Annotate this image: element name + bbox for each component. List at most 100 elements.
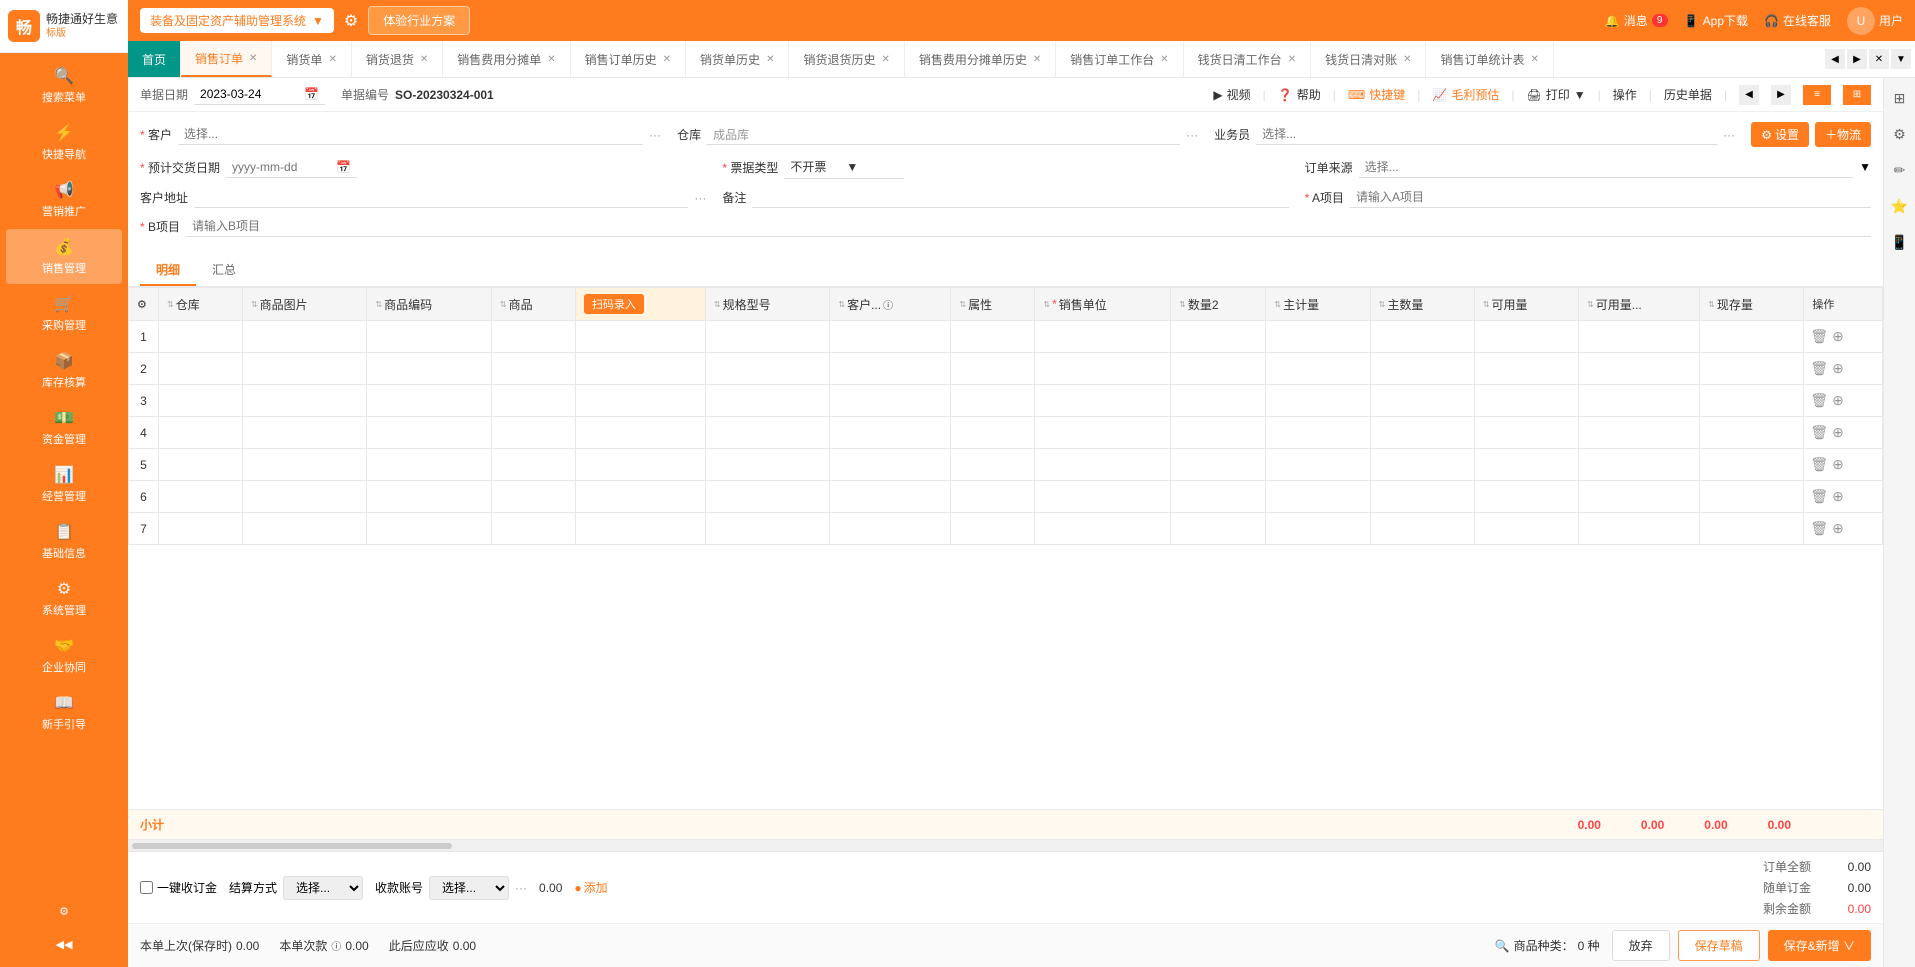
- tab-daily-reconcile[interactable]: 钱货日清对账 ✕: [1311, 41, 1426, 77]
- tab-prev-btn[interactable]: ◀: [1825, 49, 1845, 69]
- tab-close-invoice-history[interactable]: ✕: [766, 54, 774, 65]
- tab-close-order-history[interactable]: ✕: [663, 54, 671, 65]
- tab-expense-history[interactable]: 销售费用分摊单历史 ✕: [905, 41, 1056, 77]
- solution-btn[interactable]: 体验行业方案: [368, 6, 470, 35]
- detail-tab-summary[interactable]: 汇总: [196, 255, 252, 286]
- tab-menu-btn[interactable]: ▼: [1891, 49, 1911, 69]
- th-goods[interactable]: ⇅商品: [491, 288, 575, 321]
- balance-info-icon[interactable]: ⓘ: [331, 938, 341, 953]
- copy-icon[interactable]: ⊕: [1832, 392, 1844, 409]
- tab-sales-order[interactable]: 销售订单 ✕: [181, 41, 272, 77]
- horizontal-scrollbar[interactable]: [128, 839, 1883, 851]
- order-source-dropdown[interactable]: ▼: [1859, 160, 1871, 174]
- sidebar-item-collab[interactable]: 🤝 企业协同: [6, 628, 122, 683]
- discard-btn[interactable]: 放弃: [1612, 930, 1670, 961]
- tab-order-history[interactable]: 销售订单历史 ✕: [571, 41, 686, 77]
- form-next-btn[interactable]: ▶: [1771, 85, 1791, 105]
- tab-close-all-btn[interactable]: ✕: [1869, 49, 1889, 69]
- delete-icon[interactable]: 🗑: [1810, 424, 1828, 441]
- app-download-btn[interactable]: 📱 App下载: [1684, 12, 1748, 29]
- remark-input[interactable]: [752, 187, 1288, 208]
- row-main-unit-1[interactable]: [1266, 321, 1370, 353]
- copy-icon[interactable]: ⊕: [1832, 328, 1844, 345]
- row-current-1[interactable]: [1700, 321, 1804, 353]
- th-warehouse[interactable]: ⇅仓库: [159, 288, 243, 321]
- a-project-input[interactable]: [1350, 187, 1871, 208]
- sidebar-item-basic-info[interactable]: 📋 基础信息: [6, 514, 122, 569]
- th-current[interactable]: ⇅现存量: [1700, 288, 1804, 321]
- row-unit-1[interactable]: [1035, 321, 1171, 353]
- invoice-type-select[interactable]: 不开票 ▼: [784, 155, 904, 179]
- copy-icon[interactable]: ⊕: [1832, 520, 1844, 537]
- delete-icon[interactable]: 🗑: [1810, 456, 1828, 473]
- th-customer-spec[interactable]: ⇅客户... ⓘ: [830, 288, 951, 321]
- form-list-btn[interactable]: ≡: [1803, 85, 1831, 105]
- date-input[interactable]: [200, 87, 300, 101]
- tab-close-order-workbench[interactable]: ✕: [1160, 54, 1168, 65]
- th-image[interactable]: ⇅商品图片: [242, 288, 366, 321]
- right-panel-icon-5[interactable]: 📱: [1888, 230, 1912, 254]
- calendar-icon[interactable]: 📅: [304, 87, 319, 101]
- tab-daily-workbench[interactable]: 钱货日清工作台 ✕: [1184, 41, 1311, 77]
- expected-calendar-icon[interactable]: 📅: [336, 160, 351, 174]
- customer-dots[interactable]: ···: [649, 128, 661, 142]
- expected-date-picker[interactable]: 📅: [226, 157, 357, 178]
- sidebar-item-sales[interactable]: 💰 销售管理: [6, 229, 122, 284]
- form-grid-btn[interactable]: ⊞: [1843, 85, 1871, 105]
- copy-icon[interactable]: ⊕: [1832, 456, 1844, 473]
- tab-sales-return[interactable]: 销货退货 ✕: [352, 41, 443, 77]
- tab-close-expense-history[interactable]: ✕: [1033, 54, 1041, 65]
- account-select[interactable]: 选择...: [429, 876, 509, 900]
- warehouse-dots[interactable]: ···: [1186, 128, 1198, 142]
- add-payment-btn[interactable]: ● 添加: [574, 879, 607, 896]
- row-warehouse-1[interactable]: [159, 321, 243, 353]
- history-btn[interactable]: 历史单据: [1664, 86, 1712, 103]
- right-panel-icon-1[interactable]: ⊞: [1888, 86, 1912, 110]
- print-dropdown-icon[interactable]: ▼: [1574, 88, 1586, 102]
- delete-icon[interactable]: 🗑: [1810, 488, 1828, 505]
- b-project-input[interactable]: [186, 216, 1871, 237]
- tab-order-workbench[interactable]: 销售订单工作台 ✕: [1056, 41, 1183, 77]
- detail-tab-detail[interactable]: 明细: [140, 255, 196, 286]
- delete-icon[interactable]: 🗑: [1810, 360, 1828, 377]
- tab-invoice-history[interactable]: 销货单历史 ✕: [686, 41, 789, 77]
- sidebar-item-guide[interactable]: 📖 新手引导: [6, 685, 122, 740]
- row-scan-1[interactable]: [575, 321, 705, 353]
- tab-close-return-history[interactable]: ✕: [881, 54, 889, 65]
- ops-btn[interactable]: 操作: [1613, 86, 1637, 103]
- addr-dots[interactable]: ···: [694, 191, 706, 205]
- user-menu-btn[interactable]: U 用户: [1847, 7, 1903, 35]
- tab-close-sales-order[interactable]: ✕: [249, 53, 257, 64]
- form-prev-btn[interactable]: ◀: [1739, 85, 1759, 105]
- tab-order-stats[interactable]: 销售订单统计表 ✕: [1426, 41, 1553, 77]
- row-spec-1[interactable]: [705, 321, 829, 353]
- tab-expense-split[interactable]: 销售费用分摊单 ✕: [443, 41, 570, 77]
- row-available2-1[interactable]: [1579, 321, 1700, 353]
- th-attr[interactable]: ⇅属性: [951, 288, 1035, 321]
- shortcut-btn[interactable]: ⌨ 快捷键: [1348, 86, 1405, 103]
- row-customer-spec-1[interactable]: [830, 321, 951, 353]
- copy-icon[interactable]: ⊕: [1832, 424, 1844, 441]
- tab-sales-invoice[interactable]: 销货单 ✕: [272, 41, 351, 77]
- th-scan[interactable]: 扫码录入: [575, 288, 705, 321]
- sidebar-item-quicknav[interactable]: ⚡ 快捷导航: [6, 115, 122, 170]
- sidebar-item-search[interactable]: 🔍 搜索菜单: [6, 58, 122, 113]
- topbar-gear-icon[interactable]: ⚙: [344, 11, 358, 31]
- warehouse-input[interactable]: [707, 124, 1180, 145]
- th-available[interactable]: ⇅可用量: [1474, 288, 1578, 321]
- right-panel-icon-4[interactable]: ⭐: [1888, 194, 1912, 218]
- th-available2[interactable]: ⇅可用量...: [1579, 288, 1700, 321]
- row-qty2-1[interactable]: [1171, 321, 1266, 353]
- add-goods-btn[interactable]: ＋物流: [1815, 122, 1871, 147]
- tab-next-btn[interactable]: ▶: [1847, 49, 1867, 69]
- th-spec[interactable]: ⇅规格型号: [705, 288, 829, 321]
- row-attr-1[interactable]: [951, 321, 1035, 353]
- scroll-thumb[interactable]: [132, 843, 452, 849]
- account-dots[interactable]: ···: [515, 881, 527, 895]
- order-source-input[interactable]: [1359, 157, 1853, 178]
- right-panel-icon-2[interactable]: ⚙: [1888, 122, 1912, 146]
- th-main-unit[interactable]: ⇅主计量: [1266, 288, 1370, 321]
- view-btn[interactable]: ▶ 视频: [1213, 86, 1250, 103]
- salesperson-input[interactable]: [1256, 124, 1717, 145]
- tab-close-sales-invoice[interactable]: ✕: [328, 54, 336, 65]
